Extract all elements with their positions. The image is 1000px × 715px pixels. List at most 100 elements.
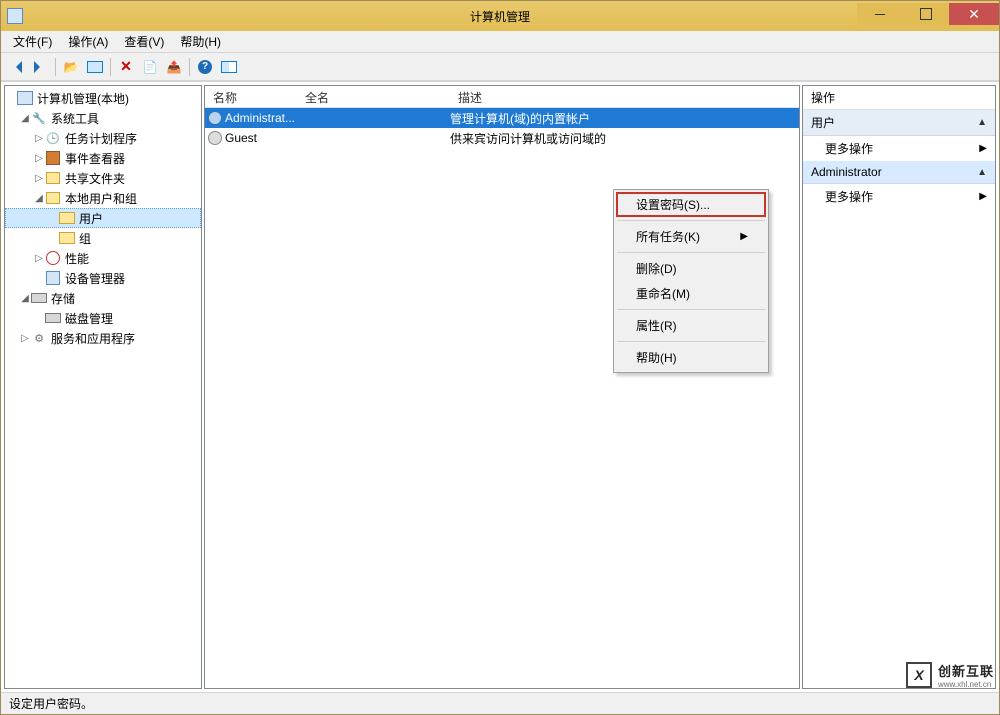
tree-view: 计算机管理(本地) ◢系统工具 ▷任务计划程序 ▷事件查看器 ▷共享文件夹 ◢本… [5,86,201,350]
tree-label: 用户 [79,210,103,227]
submenu-arrow-icon: ▶ [740,231,748,242]
window-controls: ✕ [857,7,999,25]
tree-label: 事件查看器 [65,150,125,167]
properties-button[interactable] [84,56,106,78]
list-pane[interactable]: 名称 全名 描述 Administrat... 管理计算机(域)的内置帐户 Gu… [204,85,800,689]
menu-help[interactable]: 帮助(H) [172,31,229,52]
menu-separator [617,341,765,342]
context-delete[interactable]: 删除(D) [616,256,766,281]
storage-icon [31,290,47,306]
tree-services-apps[interactable]: ▷服务和应用程序 [5,328,201,348]
menu-action[interactable]: 操作(A) [60,31,116,52]
app-icon [7,8,23,24]
tree-local-users-groups[interactable]: ◢本地用户和组 [5,188,201,208]
list-header: 名称 全名 描述 [205,86,799,108]
menu-item-label: 属性(R) [636,317,677,334]
submenu-arrow-icon: ▶ [979,143,987,154]
context-help[interactable]: 帮助(H) [616,345,766,370]
list-body: Administrat... 管理计算机(域)的内置帐户 Guest 供来宾访问… [205,108,799,148]
content-area: 计算机管理(本地) ◢系统工具 ▷任务计划程序 ▷事件查看器 ▷共享文件夹 ◢本… [1,81,999,692]
maximize-button[interactable] [903,3,949,25]
action-group-users[interactable]: 用户 ▲ [803,110,995,136]
status-bar: 设定用户密码。 [1,692,999,714]
shared-folders-icon [45,170,61,186]
column-description[interactable]: 描述 [450,86,799,107]
refresh-button[interactable] [139,56,161,78]
menu-file[interactable]: 文件(F) [5,31,60,52]
title-bar[interactable]: 计算机管理 ✕ [1,1,999,31]
action-more-actions-users[interactable]: 更多操作 ▶ [803,136,995,161]
tools-icon [31,110,47,126]
tree-label: 服务和应用程序 [51,330,135,347]
context-rename[interactable]: 重命名(M) [616,281,766,306]
cell-description: 管理计算机(域)的内置帐户 [450,110,799,127]
tree-label: 任务计划程序 [65,130,137,147]
tree-task-scheduler[interactable]: ▷任务计划程序 [5,128,201,148]
up-one-level-button[interactable] [60,56,82,78]
folder-icon [59,230,75,246]
cell-description: 供来宾访问计算机或访问域的 [450,130,799,147]
menu-separator [617,252,765,253]
menu-item-label: 所有任务(K) [636,228,700,245]
window-title: 计算机管理 [470,8,530,25]
users-groups-icon [45,190,61,206]
context-all-tasks[interactable]: 所有任务(K) ▶ [616,224,766,249]
close-button[interactable]: ✕ [949,3,999,25]
tree-label: 计算机管理(本地) [37,90,129,107]
delete-button[interactable] [115,56,137,78]
menu-view[interactable]: 查看(V) [116,31,172,52]
tree-pane[interactable]: 计算机管理(本地) ◢系统工具 ▷任务计划程序 ▷事件查看器 ▷共享文件夹 ◢本… [4,85,202,689]
tree-users[interactable]: 用户 [5,208,201,228]
collapse-icon: ▲ [977,167,987,178]
minimize-button[interactable] [857,3,903,25]
help-button[interactable] [194,56,216,78]
forward-button[interactable] [29,56,51,78]
tree-label: 本地用户和组 [65,190,137,207]
watermark-text: 创新互联 [938,664,994,679]
list-row-guest[interactable]: Guest 供来宾访问计算机或访问域的 [205,128,799,148]
watermark-logo: X [906,662,932,688]
toolbar [1,53,999,81]
menu-separator [617,309,765,310]
watermark: X 创新互联 www.xhl.net.cn [906,661,994,689]
disk-icon [45,310,61,326]
menu-item-label: 帮助(H) [636,349,677,366]
tree-groups[interactable]: 组 [5,228,201,248]
cell-name: Guest [225,131,297,145]
toolbar-separator [55,58,56,76]
tree-device-manager[interactable]: 设备管理器 [5,268,201,288]
cell-name: Administrat... [225,111,297,125]
tree-system-tools[interactable]: ◢系统工具 [5,108,201,128]
column-name[interactable]: 名称 [205,86,297,107]
context-set-password[interactable]: 设置密码(S)... [616,192,766,217]
action-item-label: 更多操作 [825,188,873,205]
tree-root[interactable]: 计算机管理(本地) [5,88,201,108]
context-properties[interactable]: 属性(R) [616,313,766,338]
action-item-label: 更多操作 [825,140,873,157]
list-row-administrator[interactable]: Administrat... 管理计算机(域)的内置帐户 [205,108,799,128]
computer-icon [17,90,33,106]
context-menu: 设置密码(S)... 所有任务(K) ▶ 删除(D) 重命名(M) 属性(R) 帮… [613,189,769,373]
export-list-button[interactable] [163,56,185,78]
menu-item-label: 删除(D) [636,260,677,277]
tree-shared-folders[interactable]: ▷共享文件夹 [5,168,201,188]
tree-label: 系统工具 [51,110,99,127]
action-group-label: 用户 [811,114,835,131]
column-fullname[interactable]: 全名 [297,86,450,107]
menu-item-label: 设置密码(S)... [636,196,710,213]
tree-label: 设备管理器 [65,270,125,287]
app-window: 计算机管理 ✕ 文件(F) 操作(A) 查看(V) 帮助(H) 计算机管理(本地… [0,0,1000,715]
show-hide-action-pane-button[interactable] [218,56,240,78]
folder-icon [59,210,75,226]
tree-performance[interactable]: ▷性能 [5,248,201,268]
back-button[interactable] [5,56,27,78]
tree-event-viewer[interactable]: ▷事件查看器 [5,148,201,168]
tree-storage[interactable]: ◢存储 [5,288,201,308]
menu-item-label: 重命名(M) [636,285,690,302]
action-more-actions-admin[interactable]: 更多操作 ▶ [803,184,995,209]
tree-label: 组 [79,230,91,247]
action-group-label: Administrator [811,165,882,179]
user-icon [205,111,225,125]
tree-disk-management[interactable]: 磁盘管理 [5,308,201,328]
action-group-administrator[interactable]: Administrator ▲ [803,161,995,184]
